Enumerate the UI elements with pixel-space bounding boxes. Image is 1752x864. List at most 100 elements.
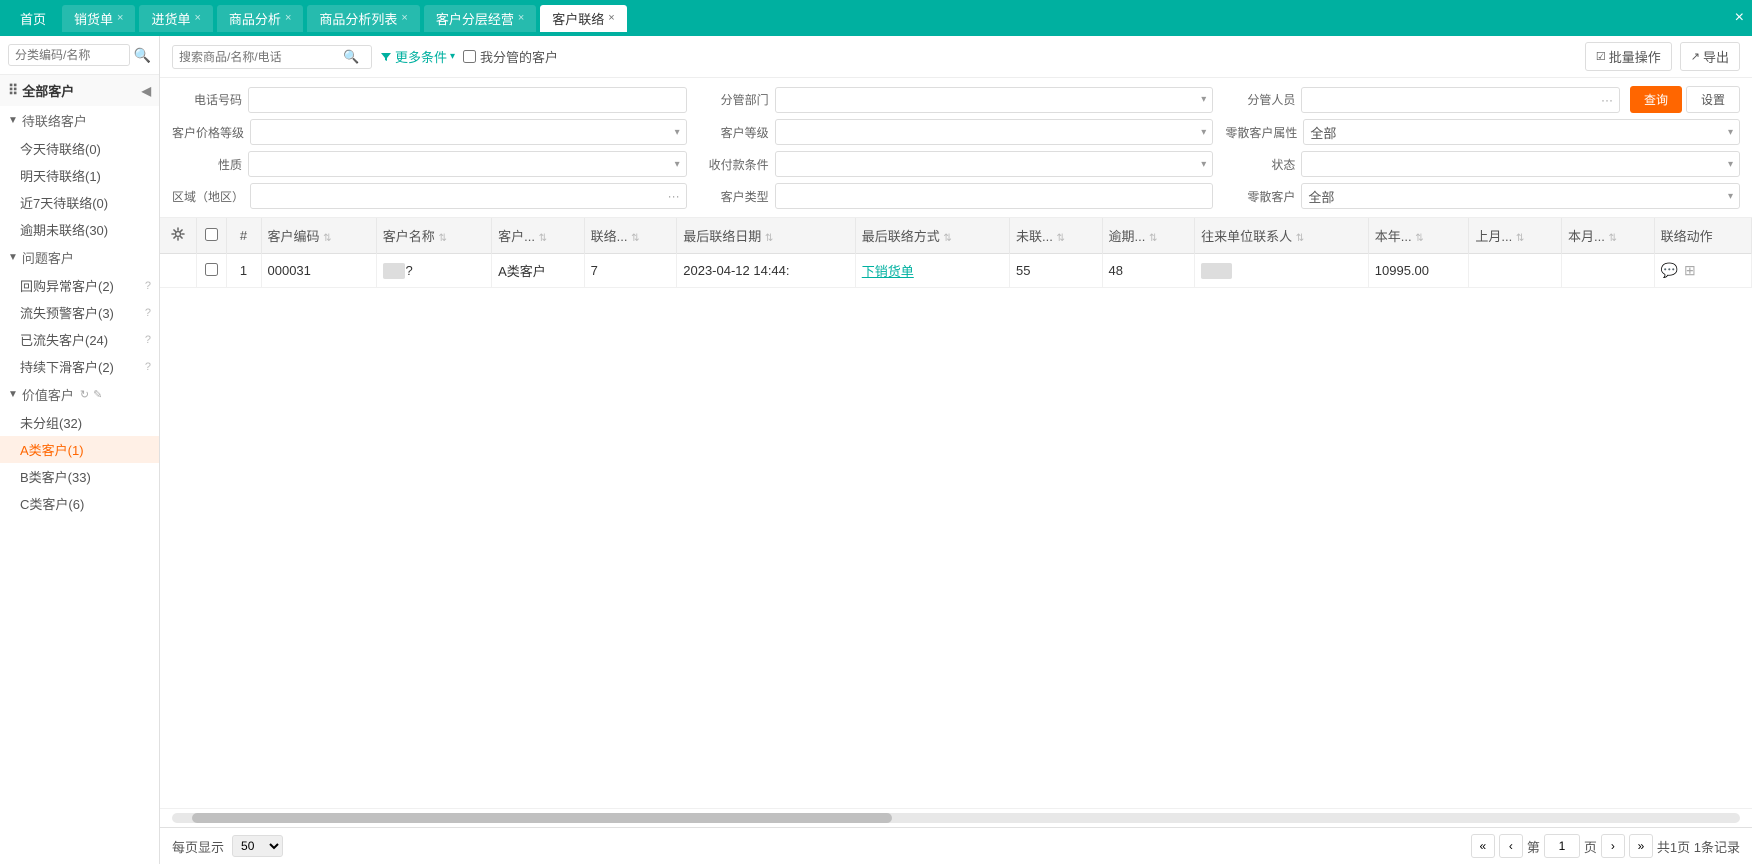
first-page-button[interactable]: « xyxy=(1471,834,1495,858)
help-icon-4[interactable]: ? xyxy=(145,361,151,373)
status-dropdown[interactable]: ▾ xyxy=(1301,151,1740,177)
filter-search-icon[interactable]: 🔍 xyxy=(343,49,359,65)
filter-more-button[interactable]: 更多条件 ▾ xyxy=(380,47,455,66)
last-method-link[interactable]: 下销货单 xyxy=(862,264,914,279)
sort-code-icon[interactable]: ⇅ xyxy=(323,233,331,244)
chat-action-icon[interactable]: 💬 xyxy=(1661,262,1678,279)
manager-input[interactable]: ··· xyxy=(1301,87,1620,113)
retail-dropdown[interactable]: 全部 ▾ xyxy=(1301,183,1740,209)
sort-year-icon[interactable]: ⇅ xyxy=(1415,233,1423,244)
close-all-button[interactable]: × xyxy=(1735,9,1744,27)
sidebar-item-class-c[interactable]: C类客户(6) xyxy=(0,490,159,517)
tab-analysis-close[interactable]: × xyxy=(285,12,291,24)
sidebar-item-declining[interactable]: 持续下滑客户(2) ? xyxy=(0,353,159,380)
sidebar-group-value[interactable]: ▼ 价值客户 ↻ ✎ xyxy=(0,380,159,409)
query-button[interactable]: 查询 xyxy=(1630,86,1682,113)
sort-not-icon[interactable]: ⇅ xyxy=(1056,233,1064,244)
per-page-select[interactable]: 50 20 100 xyxy=(232,835,283,857)
help-icon-2[interactable]: ? xyxy=(145,307,151,319)
nav-tab-home[interactable]: 首页 xyxy=(8,5,58,32)
sort-date-icon[interactable]: ⇅ xyxy=(765,233,773,244)
tab-customer-mgmt-close[interactable]: × xyxy=(518,12,524,24)
th-last-contact-date[interactable]: 最后联络日期 ⇅ xyxy=(677,218,856,254)
sort-last-month-icon[interactable]: ⇅ xyxy=(1516,233,1524,244)
batch-button[interactable]: ☑ 批量操作 xyxy=(1585,42,1672,71)
row-checkbox[interactable] xyxy=(205,263,218,276)
th-contact-count[interactable]: 联络... ⇅ xyxy=(584,218,677,254)
dept-dropdown[interactable]: ▾ xyxy=(775,87,1214,113)
th-checkbox[interactable] xyxy=(196,218,226,254)
th-this-year[interactable]: 本年... ⇅ xyxy=(1368,218,1469,254)
my-customers-checkbox-label[interactable]: 我分管的客户 xyxy=(463,47,558,66)
nav-tab-purchase[interactable]: 进货单 × xyxy=(139,5,212,32)
sidebar-item-churned[interactable]: 已流失客户(24) ? xyxy=(0,326,159,353)
sidebar-search-input[interactable] xyxy=(8,44,130,66)
sidebar-item-repurchase-abnormal[interactable]: 回购异常客户(2) ? xyxy=(0,272,159,299)
help-icon-3[interactable]: ? xyxy=(145,334,151,346)
th-customer-cat[interactable]: 客户... ⇅ xyxy=(492,218,585,254)
sidebar-item-overdue[interactable]: 逾期未联络(30) xyxy=(0,216,159,243)
th-customer-code[interactable]: 客户编码 ⇅ xyxy=(261,218,376,254)
grid-action-icon[interactable]: ⊞ xyxy=(1684,262,1696,279)
nature-dropdown[interactable]: ▾ xyxy=(248,151,687,177)
settings-button[interactable]: 设置 xyxy=(1686,86,1740,113)
phone-input[interactable] xyxy=(248,87,687,113)
refresh-icon[interactable]: ↻ xyxy=(80,388,89,401)
sidebar-item-7days[interactable]: 近7天待联络(0) xyxy=(0,189,159,216)
horizontal-scrollbar[interactable] xyxy=(172,813,1740,823)
nav-tab-analysis[interactable]: 商品分析 × xyxy=(217,5,303,32)
nav-tab-sales[interactable]: 销货单 × xyxy=(62,5,135,32)
sidebar-item-tomorrow[interactable]: 明天待联络(1) xyxy=(0,162,159,189)
sidebar-item-today[interactable]: 今天待联络(0) xyxy=(0,135,159,162)
sidebar-group-problem[interactable]: ▼ 问题客户 xyxy=(0,243,159,272)
scrollbar-thumb[interactable] xyxy=(192,813,892,823)
sort-this-month-icon[interactable]: ⇅ xyxy=(1608,233,1616,244)
customer-type-input[interactable] xyxy=(775,183,1214,209)
nav-tab-analysis-list[interactable]: 商品分析列表 × xyxy=(307,5,419,32)
customer-level-dropdown[interactable]: ▾ xyxy=(775,119,1214,145)
tab-analysis-list-close[interactable]: × xyxy=(401,12,407,24)
nav-tab-customer-mgmt[interactable]: 客户分层经营 × xyxy=(424,5,536,32)
sort-method-icon[interactable]: ⇅ xyxy=(943,233,951,244)
tab-purchase-close[interactable]: × xyxy=(194,12,200,24)
th-last-contact-method[interactable]: 最后联络方式 ⇅ xyxy=(855,218,1009,254)
select-all-checkbox[interactable] xyxy=(205,228,218,241)
next-page-button[interactable]: › xyxy=(1601,834,1625,858)
region-input[interactable]: ··· xyxy=(250,183,687,209)
edit-value-icon[interactable]: ✎ xyxy=(93,388,102,401)
sidebar-item-class-a[interactable]: A类客户(1) xyxy=(0,436,159,463)
tab-customer-contact-close[interactable]: × xyxy=(608,12,614,24)
sidebar-item-unclassified[interactable]: 未分组(32) xyxy=(0,409,159,436)
sidebar-item-class-b[interactable]: B类客户(33) xyxy=(0,463,159,490)
sort-contact-icon[interactable]: ⇅ xyxy=(631,233,639,244)
td-checkbox[interactable] xyxy=(196,254,226,288)
th-not-contacted[interactable]: 未联... ⇅ xyxy=(1009,218,1102,254)
th-gear[interactable] xyxy=(160,218,196,254)
prev-page-button[interactable]: ‹ xyxy=(1499,834,1523,858)
retail-attr-dropdown[interactable]: 全部 ▾ xyxy=(1303,119,1740,145)
payment-dropdown[interactable]: ▾ xyxy=(775,151,1214,177)
sidebar-collapse-button[interactable]: ◀ xyxy=(142,84,151,98)
th-contacts-person[interactable]: 往来单位联系人 ⇅ xyxy=(1195,218,1369,254)
export-button[interactable]: ↗ 导出 xyxy=(1680,42,1740,71)
th-last-month[interactable]: 上月... ⇅ xyxy=(1469,218,1562,254)
tab-sales-close[interactable]: × xyxy=(117,12,123,24)
sidebar-item-churn-warning[interactable]: 流失预警客户(3) ? xyxy=(0,299,159,326)
last-page-button[interactable]: » xyxy=(1629,834,1653,858)
sidebar-search-icon[interactable]: 🔍 xyxy=(134,47,151,64)
th-this-month[interactable]: 本月... ⇅ xyxy=(1562,218,1655,254)
th-overdue[interactable]: 逾期... ⇅ xyxy=(1102,218,1195,254)
price-level-dropdown[interactable]: ▾ xyxy=(250,119,687,145)
page-input[interactable] xyxy=(1544,834,1580,858)
sidebar-group-pending[interactable]: ▼ 待联络客户 xyxy=(0,106,159,135)
sort-cat-icon[interactable]: ⇅ xyxy=(539,233,547,244)
filter-row-manager: 分管人员 ··· 查询 设置 xyxy=(1225,86,1740,113)
filter-search-input[interactable] xyxy=(179,50,339,64)
help-icon-1[interactable]: ? xyxy=(145,280,151,292)
my-customers-checkbox[interactable] xyxy=(463,50,476,63)
nav-tab-customer-contact[interactable]: 客户联络 × xyxy=(540,5,626,32)
sort-name-icon[interactable]: ⇅ xyxy=(438,233,446,244)
sort-overdue-icon[interactable]: ⇅ xyxy=(1149,233,1157,244)
sort-contacts-icon[interactable]: ⇅ xyxy=(1296,233,1304,244)
th-customer-name[interactable]: 客户名称 ⇅ xyxy=(376,218,491,254)
